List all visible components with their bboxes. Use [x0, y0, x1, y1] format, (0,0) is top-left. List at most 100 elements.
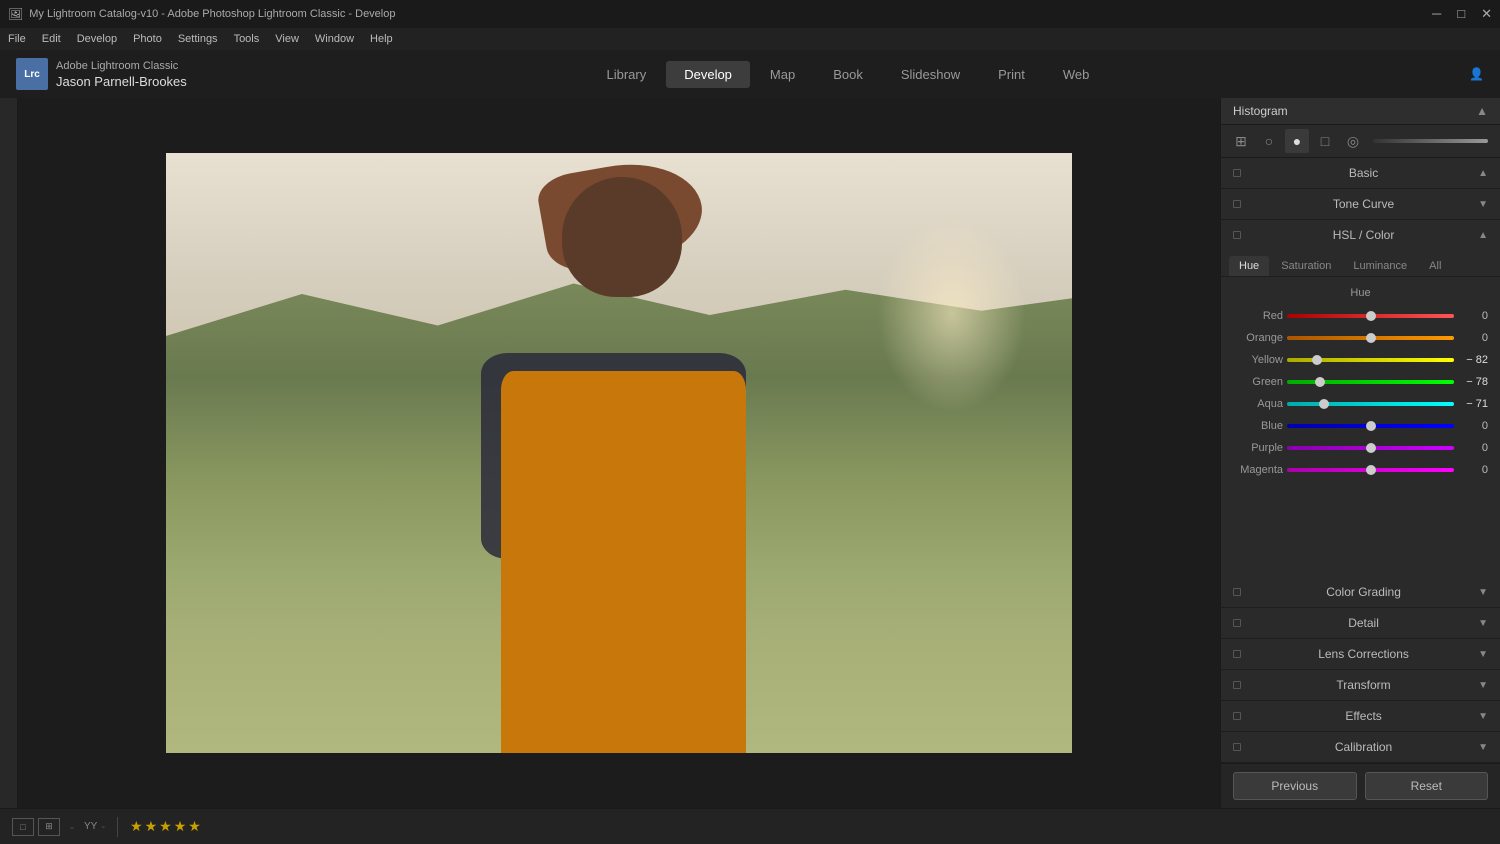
green-label: Green — [1233, 376, 1283, 388]
logo-area: Lrc Adobe Lightroom Classic Jason Parnel… — [16, 58, 187, 90]
transform-toggle — [1233, 681, 1241, 689]
minimize-button[interactable]: ─ — [1432, 6, 1441, 22]
transform-section: Transform ▼ — [1221, 670, 1500, 701]
detail-header[interactable]: Detail ▼ — [1221, 608, 1500, 638]
close-button[interactable]: ✕ — [1481, 6, 1492, 22]
nav-develop[interactable]: Develop — [666, 61, 750, 88]
menu-file[interactable]: File — [8, 33, 26, 45]
menu-view[interactable]: View — [275, 33, 299, 45]
tool-circle-filled-icon[interactable]: ● — [1285, 129, 1309, 153]
menu-bar: File Edit Develop Photo Settings Tools V… — [0, 28, 1500, 50]
previous-button[interactable]: Previous — [1233, 772, 1357, 800]
tab-luminance[interactable]: Luminance — [1343, 256, 1417, 276]
menu-photo[interactable]: Photo — [133, 33, 162, 45]
calibration-header[interactable]: Calibration ▼ — [1221, 732, 1500, 762]
hsl-toggle — [1233, 231, 1241, 239]
star-4[interactable]: ★ — [174, 818, 187, 835]
tone-curve-toggle — [1233, 200, 1241, 208]
rating-stars[interactable]: ★ ★ ★ ★ ★ — [130, 818, 201, 835]
hsl-row-orange: Orange 0 — [1225, 327, 1496, 349]
photo-area — [18, 98, 1220, 808]
tool-grid-icon[interactable]: ⊞ — [1229, 129, 1253, 153]
menu-settings[interactable]: Settings — [178, 33, 218, 45]
logo-abbr: Lrc — [24, 69, 40, 80]
color-grading-header[interactable]: Color Grading ▼ — [1221, 577, 1500, 607]
magenta-slider[interactable] — [1287, 468, 1454, 472]
left-panel — [0, 98, 18, 808]
hsl-section: HSL / Color ▲ Hue Saturation Luminance A… — [1221, 220, 1500, 577]
title-text: My Lightroom Catalog-v10 - Adobe Photosh… — [29, 8, 395, 20]
purple-label: Purple — [1233, 442, 1283, 454]
view-grid-icon[interactable]: ⊞ — [38, 818, 60, 836]
hsl-tabs: Hue Saturation Luminance All — [1221, 250, 1500, 277]
tone-curve-header[interactable]: Tone Curve ▼ — [1221, 189, 1500, 219]
calibration-title: Calibration — [1335, 740, 1392, 754]
reset-button[interactable]: Reset — [1365, 772, 1489, 800]
star-3[interactable]: ★ — [159, 818, 172, 835]
star-1[interactable]: ★ — [130, 818, 143, 835]
menu-window[interactable]: Window — [315, 33, 354, 45]
hsl-row-blue: Blue 0 — [1225, 415, 1496, 437]
menu-help[interactable]: Help — [370, 33, 393, 45]
star-5[interactable]: ★ — [188, 818, 201, 835]
effects-toggle — [1233, 712, 1241, 720]
color-grading-toggle — [1233, 588, 1241, 596]
nav-print[interactable]: Print — [980, 61, 1043, 88]
color-grading-section: Color Grading ▼ — [1221, 577, 1500, 608]
maximize-button[interactable]: □ — [1457, 6, 1465, 22]
hsl-row-yellow: Yellow − 82 — [1225, 349, 1496, 371]
tab-hue[interactable]: Hue — [1229, 256, 1269, 276]
purple-slider[interactable] — [1287, 446, 1454, 450]
hsl-arrow: ▲ — [1478, 230, 1488, 241]
transform-header[interactable]: Transform ▼ — [1221, 670, 1500, 700]
nav-slideshow[interactable]: Slideshow — [883, 61, 978, 88]
red-slider[interactable] — [1287, 314, 1454, 318]
calibration-toggle — [1233, 743, 1241, 751]
histogram-collapse-icon[interactable]: ▲ — [1476, 104, 1488, 118]
window-controls[interactable]: ─ □ ✕ — [1432, 6, 1492, 22]
view-separator: - — [70, 820, 74, 834]
nav-library[interactable]: Library — [588, 61, 664, 88]
hsl-title: HSL / Color — [1333, 228, 1395, 242]
tone-curve-section: Tone Curve ▼ — [1221, 189, 1500, 220]
view-single-icon[interactable]: □ — [12, 818, 34, 836]
yellow-slider[interactable] — [1287, 358, 1454, 362]
orange-slider[interactable] — [1287, 336, 1454, 340]
top-nav: Lrc Adobe Lightroom Classic Jason Parnel… — [0, 50, 1500, 98]
hue-label: Hue — [1225, 283, 1496, 305]
hsl-row-purple: Purple 0 — [1225, 437, 1496, 459]
photo-person — [420, 165, 828, 753]
tab-all[interactable]: All — [1419, 256, 1451, 276]
aqua-label: Aqua — [1233, 398, 1283, 410]
tool-slider[interactable] — [1373, 139, 1488, 143]
lens-corrections-section: Lens Corrections ▼ — [1221, 639, 1500, 670]
hsl-row-green: Green − 78 — [1225, 371, 1496, 393]
basic-section-header[interactable]: Basic ▲ — [1221, 158, 1500, 188]
green-slider[interactable] — [1287, 380, 1454, 384]
menu-tools[interactable]: Tools — [234, 33, 260, 45]
basic-section: Basic ▲ — [1221, 158, 1500, 189]
nav-book[interactable]: Book — [815, 61, 881, 88]
nav-web[interactable]: Web — [1045, 61, 1108, 88]
lens-corrections-header[interactable]: Lens Corrections ▼ — [1221, 639, 1500, 669]
main-content: Histogram ▲ ⊞ ○ ● □ ◎ Basic ▲ Tone Curve — [0, 98, 1500, 808]
basic-arrow: ▲ — [1478, 168, 1488, 179]
person-body — [501, 371, 746, 753]
nav-map[interactable]: Map — [752, 61, 813, 88]
calibration-arrow: ▼ — [1478, 742, 1488, 753]
aqua-slider[interactable] — [1287, 402, 1454, 406]
blue-slider[interactable] — [1287, 424, 1454, 428]
effects-header[interactable]: Effects ▼ — [1221, 701, 1500, 731]
magenta-value: 0 — [1458, 464, 1488, 476]
star-2[interactable]: ★ — [145, 818, 158, 835]
tool-circle-empty-icon[interactable]: ○ — [1257, 129, 1281, 153]
hsl-section-header[interactable]: HSL / Color ▲ — [1221, 220, 1500, 250]
tool-square-icon[interactable]: □ — [1313, 129, 1337, 153]
user-icon[interactable]: 👤 — [1469, 67, 1484, 81]
tab-saturation[interactable]: Saturation — [1271, 256, 1341, 276]
menu-edit[interactable]: Edit — [42, 33, 61, 45]
menu-develop[interactable]: Develop — [77, 33, 117, 45]
tool-target-icon[interactable]: ◎ — [1341, 129, 1365, 153]
transform-arrow: ▼ — [1478, 680, 1488, 691]
bottom-bar: □ ⊞ - YY - ★ ★ ★ ★ ★ — [0, 808, 1500, 844]
